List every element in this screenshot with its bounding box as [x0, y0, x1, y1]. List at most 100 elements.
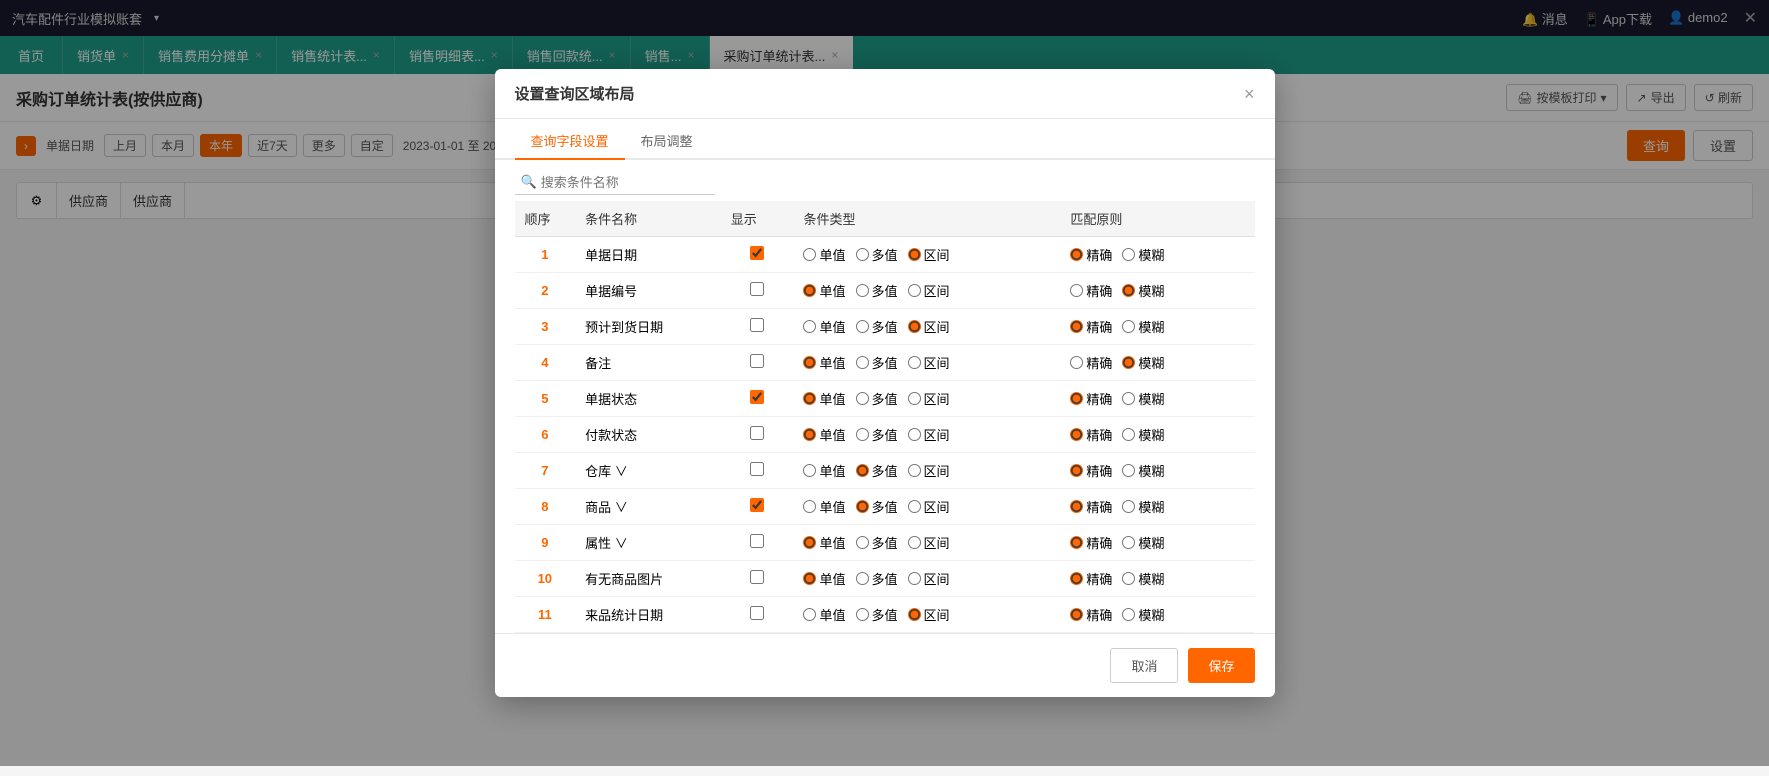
row-type-option-多值[interactable]: 多值: [856, 605, 898, 624]
row-type-radio-区间[interactable]: [908, 284, 921, 297]
row-match-radio-模糊[interactable]: [1122, 608, 1135, 621]
row-type-radio-多值[interactable]: [856, 284, 869, 297]
row-type-radio-多值[interactable]: [856, 608, 869, 621]
row-match-radio-精确[interactable]: [1070, 392, 1083, 405]
row-type-radio-单值[interactable]: [803, 284, 816, 297]
row-type-radio-多值[interactable]: [856, 464, 869, 477]
row-match-option-精确[interactable]: 精确: [1070, 281, 1112, 300]
row-type-radio-多值[interactable]: [856, 536, 869, 549]
row-type-option-多值[interactable]: 多值: [856, 425, 898, 444]
row-match-radio-模糊[interactable]: [1122, 572, 1135, 585]
row-match-option-精确[interactable]: 精确: [1070, 425, 1112, 444]
row-show-checkbox[interactable]: [750, 282, 764, 296]
row-type-radio-单值[interactable]: [803, 392, 816, 405]
row-type-option-多值[interactable]: 多值: [856, 245, 898, 264]
row-match-radio-精确[interactable]: [1070, 320, 1083, 333]
row-type-option-多值[interactable]: 多值: [856, 461, 898, 480]
row-match-radio-模糊[interactable]: [1122, 428, 1135, 441]
row-type-option-多值[interactable]: 多值: [856, 317, 898, 336]
row-type-radio-多值[interactable]: [856, 320, 869, 333]
row-type-radio-区间[interactable]: [908, 248, 921, 261]
row-type-option-单值[interactable]: 单值: [803, 281, 845, 300]
row-match-option-精确[interactable]: 精确: [1070, 245, 1112, 264]
row-match-option-模糊[interactable]: 模糊: [1122, 497, 1164, 516]
row-show-checkbox[interactable]: [750, 570, 764, 584]
row-match-option-精确[interactable]: 精确: [1070, 389, 1112, 408]
row-show-checkbox[interactable]: [750, 606, 764, 620]
row-type-radio-单值[interactable]: [803, 608, 816, 621]
row-type-option-多值[interactable]: 多值: [856, 389, 898, 408]
row-type-radio-区间[interactable]: [908, 464, 921, 477]
row-type-option-区间[interactable]: 区间: [908, 389, 950, 408]
row-type-option-单值[interactable]: 单值: [803, 245, 845, 264]
row-show-checkbox[interactable]: [750, 462, 764, 476]
row-match-radio-模糊[interactable]: [1122, 392, 1135, 405]
row-match-radio-精确[interactable]: [1070, 536, 1083, 549]
row-type-radio-单值[interactable]: [803, 572, 816, 585]
row-type-radio-区间[interactable]: [908, 608, 921, 621]
row-type-option-单值[interactable]: 单值: [803, 569, 845, 588]
save-btn[interactable]: 保存: [1188, 648, 1254, 683]
row-match-option-精确[interactable]: 精确: [1070, 605, 1112, 624]
row-match-radio-精确[interactable]: [1070, 356, 1083, 369]
row-type-option-单值[interactable]: 单值: [803, 497, 845, 516]
row-type-radio-区间[interactable]: [908, 572, 921, 585]
row-type-option-区间[interactable]: 区间: [908, 569, 950, 588]
row-type-option-单值[interactable]: 单值: [803, 425, 845, 444]
dialog-tab-layout-adjust[interactable]: 布局调整: [625, 123, 709, 160]
row-type-radio-单值[interactable]: [803, 464, 816, 477]
row-type-radio-多值[interactable]: [856, 392, 869, 405]
row-match-option-模糊[interactable]: 模糊: [1122, 425, 1164, 444]
row-type-option-单值[interactable]: 单值: [803, 317, 845, 336]
row-match-option-精确[interactable]: 精确: [1070, 461, 1112, 480]
row-match-radio-模糊[interactable]: [1122, 356, 1135, 369]
row-type-radio-单值[interactable]: [803, 536, 816, 549]
row-type-option-多值[interactable]: 多值: [856, 533, 898, 552]
row-type-radio-区间[interactable]: [908, 428, 921, 441]
row-type-option-单值[interactable]: 单值: [803, 605, 845, 624]
row-type-option-区间[interactable]: 区间: [908, 317, 950, 336]
row-type-radio-单值[interactable]: [803, 248, 816, 261]
row-type-option-区间[interactable]: 区间: [908, 605, 950, 624]
row-type-radio-单值[interactable]: [803, 500, 816, 513]
row-type-option-区间[interactable]: 区间: [908, 497, 950, 516]
row-type-option-多值[interactable]: 多值: [856, 497, 898, 516]
row-show-checkbox[interactable]: [750, 534, 764, 548]
row-match-radio-精确[interactable]: [1070, 608, 1083, 621]
row-match-radio-模糊[interactable]: [1122, 500, 1135, 513]
row-type-option-区间[interactable]: 区间: [908, 461, 950, 480]
row-match-option-模糊[interactable]: 模糊: [1122, 317, 1164, 336]
row-show-checkbox[interactable]: [750, 426, 764, 440]
row-type-option-单值[interactable]: 单值: [803, 353, 845, 372]
row-type-radio-多值[interactable]: [856, 356, 869, 369]
row-type-radio-单值[interactable]: [803, 428, 816, 441]
row-type-radio-单值[interactable]: [803, 320, 816, 333]
row-match-option-模糊[interactable]: 模糊: [1122, 461, 1164, 480]
row-type-radio-多值[interactable]: [856, 248, 869, 261]
row-show-checkbox[interactable]: [750, 354, 764, 368]
row-match-radio-精确[interactable]: [1070, 428, 1083, 441]
row-type-radio-多值[interactable]: [856, 428, 869, 441]
row-type-option-区间[interactable]: 区间: [908, 533, 950, 552]
row-match-option-模糊[interactable]: 模糊: [1122, 353, 1164, 372]
row-match-radio-模糊[interactable]: [1122, 284, 1135, 297]
row-match-option-精确[interactable]: 精确: [1070, 569, 1112, 588]
row-type-radio-区间[interactable]: [908, 536, 921, 549]
row-type-radio-区间[interactable]: [908, 500, 921, 513]
row-match-radio-模糊[interactable]: [1122, 320, 1135, 333]
row-type-radio-区间[interactable]: [908, 356, 921, 369]
row-show-checkbox[interactable]: [750, 390, 764, 404]
row-match-radio-精确[interactable]: [1070, 284, 1083, 297]
row-show-checkbox[interactable]: [750, 318, 764, 332]
row-match-option-模糊[interactable]: 模糊: [1122, 533, 1164, 552]
row-show-checkbox[interactable]: [750, 246, 764, 260]
row-type-option-单值[interactable]: 单值: [803, 389, 845, 408]
row-match-radio-精确[interactable]: [1070, 572, 1083, 585]
row-type-radio-区间[interactable]: [908, 392, 921, 405]
row-type-radio-区间[interactable]: [908, 320, 921, 333]
row-match-option-模糊[interactable]: 模糊: [1122, 569, 1164, 588]
dialog-tab-query-fields[interactable]: 查询字段设置: [515, 123, 625, 160]
row-type-option-区间[interactable]: 区间: [908, 425, 950, 444]
row-match-option-模糊[interactable]: 模糊: [1122, 605, 1164, 624]
row-match-radio-模糊[interactable]: [1122, 464, 1135, 477]
